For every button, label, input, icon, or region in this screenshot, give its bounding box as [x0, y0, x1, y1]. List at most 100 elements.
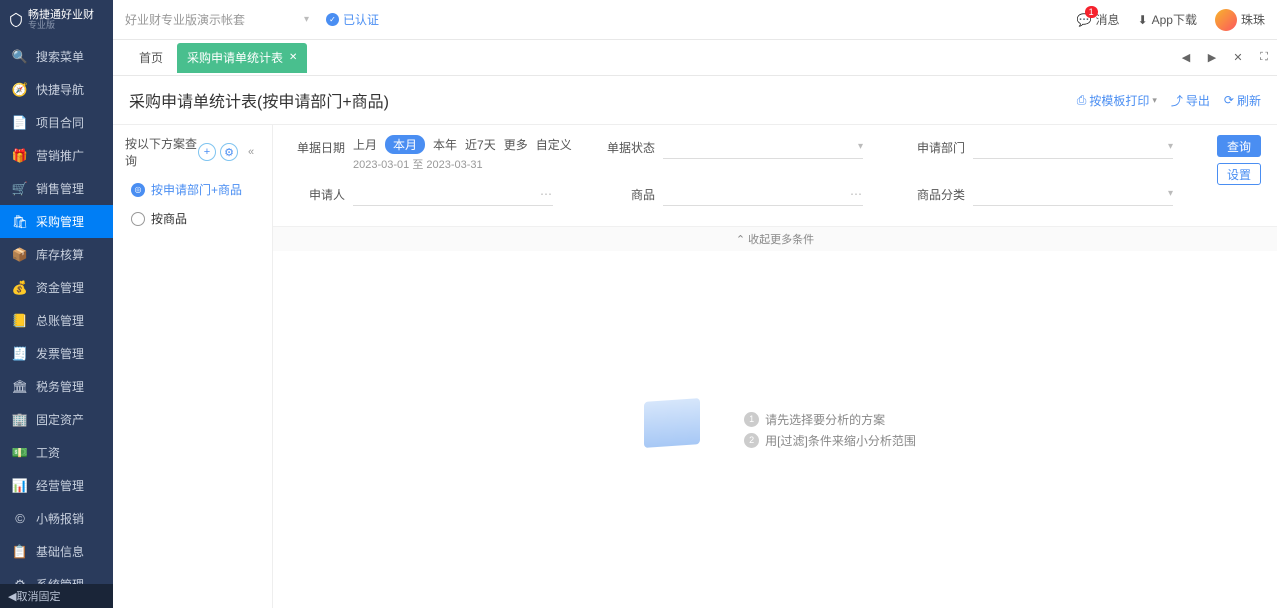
more-icon: ⋯ — [540, 187, 553, 201]
account-selector[interactable]: 好业财专业版演示帐套 ▾ — [125, 11, 310, 28]
tab-active-label: 采购申请单统计表 — [187, 49, 283, 66]
sidebar-item-inventory[interactable]: 📦 库存核算 — [0, 238, 113, 271]
date-opt-more[interactable]: 更多 — [504, 136, 528, 153]
sidebar-item-label: 项目合同 — [36, 114, 84, 131]
filter-applicant: 申请人 ⋯ — [289, 182, 589, 206]
dept-select[interactable]: ▾ — [973, 135, 1173, 159]
chevron-down-icon: ▾ — [858, 141, 863, 152]
sidebar-item-ledger[interactable]: 📒总账管理 — [0, 304, 113, 337]
page-header: 采购申请单统计表(按申请部门+商品) ⎙按模板打印▾ ⤴导出 ⟳刷新 — [113, 76, 1277, 125]
invoice-icon: 🧾 — [12, 346, 28, 362]
sidebar-item-quicknav[interactable]: 🧭快捷导航 — [0, 73, 113, 106]
settings-button[interactable]: 设置 — [1217, 163, 1261, 185]
sidebar-item-operation[interactable]: 📊经营管理 — [0, 469, 113, 502]
page: 采购申请单统计表(按申请部门+商品) ⎙按模板打印▾ ⤴导出 ⟳刷新 按以下方案… — [113, 76, 1277, 608]
filter-dept-label: 申请部门 — [909, 135, 965, 156]
product-select[interactable]: ⋯ — [663, 182, 863, 206]
messages-count-badge: 1 — [1085, 6, 1098, 18]
sidebar-item-label: 搜索菜单 — [36, 48, 84, 65]
category-select[interactable]: ▾ — [973, 182, 1173, 206]
date-opt-thismonth[interactable]: 本月 — [385, 135, 425, 154]
sidebar-item-funds[interactable]: 💰 资金管理 — [0, 271, 113, 304]
asset-icon: 🏢 — [12, 412, 28, 428]
sidebar-item-basic[interactable]: 📋基础信息 — [0, 535, 113, 568]
tab-home[interactable]: 首页 — [125, 40, 177, 76]
more-icon: ⋯ — [850, 187, 863, 201]
export-icon: ⤴ — [1171, 92, 1183, 109]
sidebar-item-purchase[interactable]: 🛍采购管理 — [0, 205, 113, 238]
cart-icon: 🛒 — [12, 181, 28, 197]
collapse-scheme-button[interactable]: « — [242, 143, 260, 161]
refresh-button[interactable]: ⟳刷新 — [1224, 92, 1261, 109]
compass-icon: 🧭 — [12, 82, 28, 98]
date-opt-custom[interactable]: 自定义 — [536, 136, 572, 153]
messages-label: 消息 — [1096, 11, 1120, 28]
unpin-label: 取消固定 — [16, 588, 60, 604]
refresh-label: 刷新 — [1237, 92, 1261, 109]
sidebar-item-label: 系统管理 — [36, 576, 84, 584]
sidebar-item-fixed-asset[interactable]: 🏢固定资产 — [0, 403, 113, 436]
sidebar-item-label: 库存核算 — [36, 246, 84, 263]
print-button[interactable]: ⎙按模板打印▾ — [1077, 92, 1157, 109]
chevron-down-icon: ▾ — [304, 14, 309, 25]
sidebar-item-label: 基础信息 — [36, 543, 84, 560]
sidebar-item-reimburse[interactable]: © 小畅报销 — [0, 502, 113, 535]
scheme-item-dept-product[interactable]: ◎ 按申请部门+商品 — [113, 175, 272, 204]
close-icon[interactable]: ✕ — [289, 52, 297, 63]
verified-badge: ✓ 已认证 — [326, 11, 379, 28]
topbar: 好业财专业版演示帐套 ▾ ✓ 已认证 💬 消息 1 ⬇ App下载 — [113, 0, 1277, 40]
tabs-close-button[interactable]: ✕ — [1228, 48, 1248, 68]
tabs-next-button[interactable]: ▶ — [1202, 48, 1222, 68]
tax-icon: 🏛 — [12, 379, 28, 395]
ledger-icon: 📒 — [12, 313, 28, 329]
chevron-down-icon: ▾ — [1168, 188, 1173, 199]
sidebar-item-label: 小畅报销 — [36, 510, 84, 527]
status-select[interactable]: ▾ — [663, 135, 863, 159]
messages-button[interactable]: 💬 消息 1 — [1077, 11, 1120, 28]
sidebar-item-project[interactable]: 📄 项目合同 — [0, 106, 113, 139]
clock-icon — [131, 212, 145, 226]
app-download-button[interactable]: ⬇ App下载 — [1138, 11, 1197, 28]
sidebar-item-salary[interactable]: 💵工资 — [0, 436, 113, 469]
chevron-up-icon: ⌃ — [736, 234, 745, 246]
user-menu[interactable]: 珠珠 — [1215, 9, 1265, 31]
export-button[interactable]: ⤴导出 — [1171, 92, 1210, 109]
chart-icon: 📊 — [12, 478, 28, 494]
doc-icon: 📄 — [12, 115, 28, 131]
filter-product: 商品 ⋯ — [599, 182, 899, 206]
tabs-prev-button[interactable]: ◀ — [1176, 48, 1196, 68]
main-area: 好业财专业版演示帐套 ▾ ✓ 已认证 💬 消息 1 ⬇ App下载 — [113, 0, 1277, 608]
empty-illustration — [634, 390, 724, 470]
receipt-icon: © — [12, 511, 28, 527]
scheme-panel: 按以下方案查询 + ⚙ « ◎ 按申请部门+商品 按商品 — [113, 125, 273, 608]
tab-active[interactable]: 采购申请单统计表 ✕ — [177, 43, 307, 73]
applicant-select[interactable]: ⋯ — [353, 182, 553, 206]
sidebar-item-marketing[interactable]: 🎁营销推广 — [0, 139, 113, 172]
filter-status: 单据状态 ▾ — [599, 135, 899, 159]
sidebar-item-search[interactable]: 🔍搜索菜单 — [0, 40, 113, 73]
salary-icon: 💵 — [12, 445, 28, 461]
refresh-icon: ⟳ — [1224, 93, 1234, 107]
printer-icon: ⎙ — [1077, 93, 1087, 108]
export-label: 导出 — [1186, 92, 1210, 109]
sidebar-item-invoice[interactable]: 🧾发票管理 — [0, 337, 113, 370]
sidebar-item-label: 采购管理 — [36, 213, 84, 230]
empty-step-2: 2用[过滤]条件来缩小分析范围 — [744, 432, 916, 449]
date-opt-last7[interactable]: 近7天 — [465, 136, 496, 153]
sidebar-item-system[interactable]: ⚙系统管理 — [0, 568, 113, 584]
query-button[interactable]: 查询 — [1217, 135, 1261, 157]
fullscreen-button[interactable]: ⛶ — [1254, 48, 1274, 68]
collapse-filters-button[interactable]: ⌃ 收起更多条件 — [273, 226, 1277, 251]
scheme-item-label: 按商品 — [151, 210, 187, 227]
scheme-item-product[interactable]: 按商品 — [113, 204, 272, 233]
sidebar-item-sales[interactable]: 🛒销售管理 — [0, 172, 113, 205]
unpin-button[interactable]: ◀取消固定 — [0, 584, 113, 608]
sidebar-item-tax[interactable]: 🏛税务管理 — [0, 370, 113, 403]
sidebar-item-label: 资金管理 — [36, 279, 84, 296]
scheme-settings-button[interactable]: ⚙ — [220, 143, 238, 161]
add-scheme-button[interactable]: + — [198, 143, 216, 161]
date-opt-thisyear[interactable]: 本年 — [433, 136, 457, 153]
money-icon: 💰 — [12, 280, 28, 296]
date-opt-lastmonth[interactable]: 上月 — [353, 136, 377, 153]
box-icon: 📦 — [12, 247, 28, 263]
